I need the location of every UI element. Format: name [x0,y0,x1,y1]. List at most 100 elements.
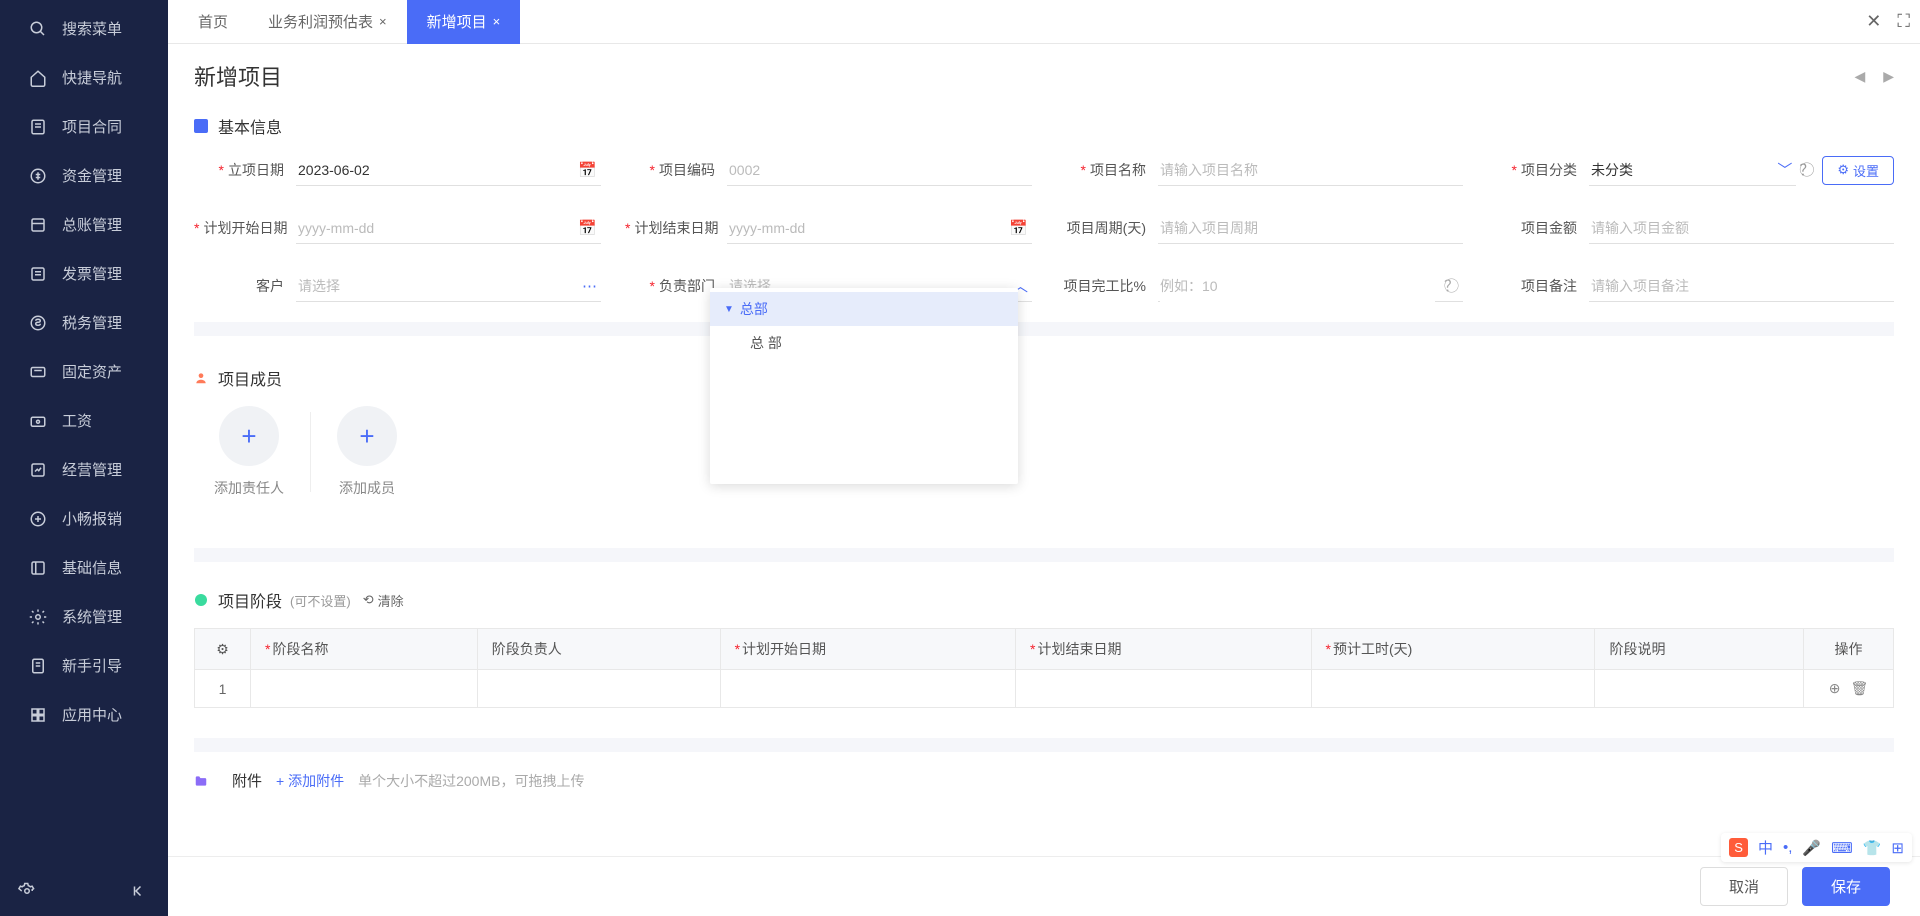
delete-row-icon[interactable]: 🗑 [1850,680,1868,697]
date-input[interactable]: yyyy-mm-dd📅 [296,212,601,244]
dropdown-item-parent[interactable]: ▼ 总部 [710,292,1018,326]
ime-cn-icon[interactable]: 中 [1758,837,1773,858]
text-input[interactable]: ？⃝ [1158,270,1463,302]
fullscreen-icon[interactable]: ⛶ [1897,11,1910,32]
sidebar-item-assets[interactable]: 固定资产 [0,347,168,396]
label: 项目完工比% [1056,276,1146,296]
cell-hours[interactable] [1311,670,1595,708]
label: *项目分类 [1487,160,1577,180]
calendar-icon[interactable]: 📅 [578,219,597,237]
text-input[interactable] [1589,212,1894,244]
sidebar-label: 税务管理 [62,312,122,333]
add-owner-button[interactable]: + [219,406,279,466]
text-input[interactable] [1158,212,1463,244]
ime-logo-icon[interactable]: S [1729,838,1748,857]
select-input[interactable]: 请选择⋯ [296,270,601,302]
field-proj-code: *项目编码 [625,154,1032,186]
more-icon[interactable]: ⋯ [582,277,597,295]
calendar-icon[interactable]: 📅 [1009,219,1028,237]
cell-start[interactable] [720,670,1015,708]
help-icon[interactable]: ？⃝ [1444,275,1459,296]
footer: 取消 保存 [168,856,1920,916]
add-owner: + 添加责任人 [214,406,284,498]
ime-toolbox-icon[interactable]: ⊞ [1891,839,1904,857]
sidebar-item-invoice[interactable]: 发票管理 [0,249,168,298]
close-icon[interactable]: ✕ [1866,11,1881,32]
field-proj-cat: *项目分类 未分类﹀？⃝ ⚙设置 [1487,154,1894,186]
th-start: *计划开始日期 [720,629,1015,670]
attach-hint: 单个大小不超过200MB，可拖拽上传 [358,771,584,791]
sidebar-search[interactable]: 搜索菜单 [0,0,168,53]
add-member-button[interactable]: + [337,406,397,466]
sidebar-label: 固定资产 [62,361,122,382]
save-button[interactable]: 保存 [1802,867,1890,906]
table-row[interactable]: 1 ⊕ 🗑 [195,670,1894,708]
ime-keyboard-icon[interactable]: ⌨ [1831,839,1853,857]
field-remark: 项目备注 [1487,270,1894,302]
th-gear[interactable]: ⚙ [195,629,251,670]
help-icon[interactable]: ？⃝ [1799,159,1814,180]
cell-desc[interactable] [1595,670,1804,708]
th-owner: 阶段负责人 [477,629,720,670]
prev-icon[interactable]: ◀ [1854,68,1865,85]
text-input[interactable] [1589,270,1894,302]
field-complete-pct: 项目完工比% ？⃝ [1056,270,1463,302]
settings-button[interactable]: ⚙设置 [1822,156,1894,185]
data-icon [28,558,48,578]
cell-idx: 1 [195,670,251,708]
clear-button[interactable]: ⟲ 清除 [363,591,404,610]
next-icon[interactable]: ▶ [1883,68,1894,85]
label: *计划结束日期 [625,218,715,238]
dropdown-item-child[interactable]: 总 部 [710,326,1018,360]
ime-punct-icon[interactable]: •, [1783,839,1792,856]
label: 项目周期(天) [1056,218,1146,238]
caret-down-icon: ▼ [724,304,734,315]
date-input[interactable]: 2023-06-02📅 [296,154,601,186]
section-title: 项目阶段 [218,588,282,612]
sidebar-item-salary[interactable]: 工资 [0,396,168,445]
cell-owner[interactable] [477,670,720,708]
text-input[interactable] [1158,154,1463,186]
sidebar-item-ledger[interactable]: 总账管理 [0,200,168,249]
cell-end[interactable] [1016,670,1311,708]
calendar-icon[interactable]: 📅 [578,161,597,179]
select-input[interactable]: 未分类﹀？⃝ [1589,154,1796,186]
collapse-icon[interactable] [130,882,150,902]
sidebar-item-apps[interactable]: 应用中心 [0,690,168,739]
sidebar: 搜索菜单 快捷导航 项目合同 资金管理 总账管理 发票管理 税务管理 固定资产 … [0,0,168,916]
tab-profit[interactable]: 业务利润预估表× [248,0,407,44]
stage-icon [194,593,208,607]
ime-skin-icon[interactable]: 👕 [1863,839,1882,857]
sidebar-item-tax[interactable]: 税务管理 [0,298,168,347]
sidebar-item-basedata[interactable]: 基础信息 [0,543,168,592]
sidebar-label: 发票管理 [62,263,122,284]
sidebar-item-contract[interactable]: 项目合同 [0,102,168,151]
tab-newproject[interactable]: 新增项目× [407,0,521,44]
settings-icon[interactable] [18,882,38,902]
tab-close-icon[interactable]: × [493,14,501,29]
section-icon [194,119,208,133]
section-subtitle: (可不设置) [290,591,351,610]
sidebar-item-funds[interactable]: 资金管理 [0,151,168,200]
folder-icon [194,774,208,788]
ime-mic-icon[interactable]: 🎤 [1802,839,1821,857]
sidebar-item-expense[interactable]: 小畅报销 [0,494,168,543]
sidebar-item-guide[interactable]: 新手引导 [0,641,168,690]
field-proj-amount: 项目金额 [1487,212,1894,244]
divider [310,412,311,492]
tab-home[interactable]: 首页 [178,0,248,44]
label: 客户 [194,276,284,296]
cell-name[interactable] [251,670,478,708]
text-input[interactable] [727,154,1032,186]
tab-close-icon[interactable]: × [379,14,387,29]
cancel-button[interactable]: 取消 [1700,867,1788,906]
chevron-down-icon: ﹀ [1777,159,1792,180]
sidebar-bottom [0,868,168,916]
sidebar-item-operation[interactable]: 经营管理 [0,445,168,494]
add-row-icon[interactable]: ⊕ [1829,680,1841,697]
date-input[interactable]: yyyy-mm-dd📅 [727,212,1032,244]
add-attachment-button[interactable]: + 添加附件 [276,771,344,791]
sidebar-item-system[interactable]: 系统管理 [0,592,168,641]
sidebar-label: 基础信息 [62,557,122,578]
sidebar-item-quicknav[interactable]: 快捷导航 [0,53,168,102]
